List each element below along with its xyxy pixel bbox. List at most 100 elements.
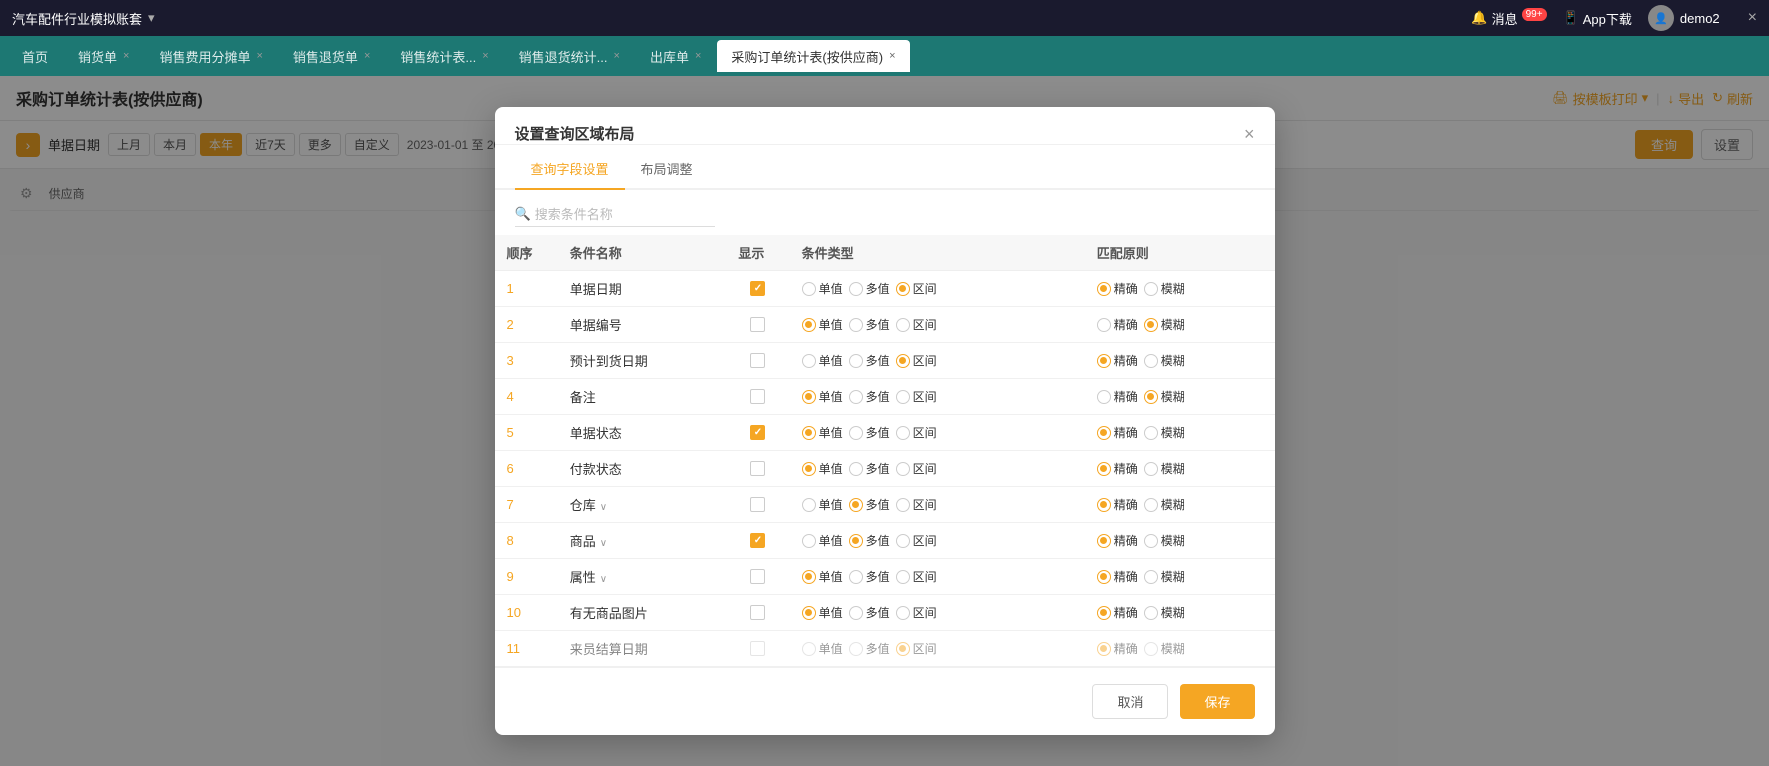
tab-sales-order-close[interactable]: ×: [123, 50, 129, 62]
radio-type-type_single[interactable]: 单值: [802, 352, 843, 369]
row-display-checkbox[interactable]: [726, 343, 789, 379]
tab-sales-order[interactable]: 销货单 ×: [64, 40, 143, 72]
cancel-btn[interactable]: 取消: [1092, 684, 1168, 719]
tab-sales-stat[interactable]: 销售统计表... ×: [386, 40, 502, 72]
radio-type-type_range[interactable]: 区间: [896, 352, 937, 369]
modal-tab-query-fields[interactable]: 查询字段设置: [515, 149, 625, 190]
tab-sales-return-stat[interactable]: 销售退货统计... ×: [505, 40, 634, 72]
user-area[interactable]: 👤 demo2: [1648, 5, 1720, 31]
radio-match-match_fuzzy[interactable]: 模糊: [1144, 352, 1185, 369]
tab-home[interactable]: 首页: [8, 40, 62, 72]
radio-type-type_multi[interactable]: 多值: [849, 532, 890, 549]
radio-match-match_fuzzy[interactable]: 模糊: [1144, 496, 1185, 513]
radio-type-type_range[interactable]: 区间: [896, 496, 937, 513]
row-display-checkbox[interactable]: [726, 559, 789, 595]
app-download-btn[interactable]: 📱 App下载: [1563, 9, 1632, 28]
top-close-btn[interactable]: ×: [1748, 9, 1757, 27]
modal-close-btn[interactable]: ×: [1244, 125, 1255, 143]
radio-match-match_fuzzy[interactable]: 模糊: [1144, 640, 1185, 657]
checkbox[interactable]: [750, 497, 765, 512]
radio-match-match_exact[interactable]: 精确: [1097, 640, 1138, 657]
tab-purchase-stat-close[interactable]: ×: [889, 50, 895, 62]
radio-match-match_fuzzy[interactable]: 模糊: [1144, 388, 1185, 405]
radio-type-type_range[interactable]: 区间: [896, 640, 937, 657]
tab-outbound[interactable]: 出库单 ×: [636, 40, 715, 72]
checkbox[interactable]: [750, 533, 765, 548]
radio-type-type_range[interactable]: 区间: [896, 316, 937, 333]
radio-type-type_single[interactable]: 单值: [802, 604, 843, 621]
radio-type-type_range[interactable]: 区间: [896, 280, 937, 297]
radio-type-type_range[interactable]: 区间: [896, 388, 937, 405]
radio-match-match_exact[interactable]: 精确: [1097, 460, 1138, 477]
radio-type-type_single[interactable]: 单值: [802, 316, 843, 333]
radio-type-type_single[interactable]: 单值: [802, 496, 843, 513]
tab-sales-expense-close[interactable]: ×: [256, 50, 262, 62]
radio-match-match_exact[interactable]: 精确: [1097, 568, 1138, 585]
radio-type-type_multi[interactable]: 多值: [849, 424, 890, 441]
row-display-checkbox[interactable]: [726, 523, 789, 559]
radio-type-type_multi[interactable]: 多值: [849, 388, 890, 405]
row-display-checkbox[interactable]: [726, 307, 789, 343]
radio-type-type_multi[interactable]: 多值: [849, 280, 890, 297]
radio-type-type_multi[interactable]: 多值: [849, 496, 890, 513]
radio-match-match_fuzzy[interactable]: 模糊: [1144, 532, 1185, 549]
radio-match-match_fuzzy[interactable]: 模糊: [1144, 604, 1185, 621]
radio-type-type_multi[interactable]: 多值: [849, 316, 890, 333]
tab-purchase-stat[interactable]: 采购订单统计表(按供应商) ×: [717, 40, 909, 72]
radio-type-type_range[interactable]: 区间: [896, 460, 937, 477]
tab-sales-stat-close[interactable]: ×: [482, 50, 488, 62]
radio-match-match_exact[interactable]: 精确: [1097, 388, 1138, 405]
checkbox[interactable]: [750, 425, 765, 440]
radio-match-match_fuzzy[interactable]: 模糊: [1144, 568, 1185, 585]
checkbox[interactable]: [750, 605, 765, 620]
radio-type-type_single[interactable]: 单值: [802, 640, 843, 657]
radio-match-match_exact[interactable]: 精确: [1097, 604, 1138, 621]
row-display-checkbox[interactable]: [726, 487, 789, 523]
row-display-checkbox[interactable]: [726, 379, 789, 415]
row-display-checkbox[interactable]: [726, 595, 789, 631]
row-display-checkbox[interactable]: [726, 631, 789, 667]
checkbox[interactable]: [750, 569, 765, 584]
radio-type-type_range[interactable]: 区间: [896, 424, 937, 441]
tab-sales-return-stat-close[interactable]: ×: [614, 50, 620, 62]
radio-type-type_range[interactable]: 区间: [896, 568, 937, 585]
radio-type-type_multi[interactable]: 多值: [849, 460, 890, 477]
row-display-checkbox[interactable]: [726, 271, 789, 307]
radio-type-type_multi[interactable]: 多值: [849, 604, 890, 621]
tab-sales-expense[interactable]: 销售费用分摊单 ×: [145, 40, 276, 72]
row-display-checkbox[interactable]: [726, 415, 789, 451]
row-display-checkbox[interactable]: [726, 451, 789, 487]
tab-sales-return-close[interactable]: ×: [364, 50, 370, 62]
search-input[interactable]: [535, 207, 695, 222]
checkbox[interactable]: [750, 353, 765, 368]
radio-type-type_single[interactable]: 单值: [802, 388, 843, 405]
radio-match-match_fuzzy[interactable]: 模糊: [1144, 316, 1185, 333]
radio-match-match_exact[interactable]: 精确: [1097, 352, 1138, 369]
radio-match-match_exact[interactable]: 精确: [1097, 496, 1138, 513]
radio-match-match_exact[interactable]: 精确: [1097, 532, 1138, 549]
radio-type-type_range[interactable]: 区间: [896, 532, 937, 549]
save-btn[interactable]: 保存: [1180, 684, 1254, 719]
radio-type-type_multi[interactable]: 多值: [849, 640, 890, 657]
tab-outbound-close[interactable]: ×: [695, 50, 701, 62]
checkbox[interactable]: [750, 641, 765, 656]
radio-type-type_single[interactable]: 单值: [802, 280, 843, 297]
radio-match-match_fuzzy[interactable]: 模糊: [1144, 424, 1185, 441]
radio-match-match_exact[interactable]: 精确: [1097, 316, 1138, 333]
radio-type-type_range[interactable]: 区间: [896, 604, 937, 621]
checkbox[interactable]: [750, 281, 765, 296]
radio-type-type_single[interactable]: 单值: [802, 460, 843, 477]
tab-sales-return[interactable]: 销售退货单 ×: [279, 40, 384, 72]
radio-match-match_fuzzy[interactable]: 模糊: [1144, 460, 1185, 477]
checkbox[interactable]: [750, 461, 765, 476]
radio-match-match_fuzzy[interactable]: 模糊: [1144, 280, 1185, 297]
radio-type-type_single[interactable]: 单值: [802, 532, 843, 549]
radio-type-type_single[interactable]: 单值: [802, 568, 843, 585]
modal-tab-layout-adjust[interactable]: 布局调整: [625, 149, 709, 190]
checkbox[interactable]: [750, 317, 765, 332]
radio-type-type_multi[interactable]: 多值: [849, 352, 890, 369]
radio-match-match_exact[interactable]: 精确: [1097, 424, 1138, 441]
radio-match-match_exact[interactable]: 精确: [1097, 280, 1138, 297]
radio-type-type_single[interactable]: 单值: [802, 424, 843, 441]
radio-type-type_multi[interactable]: 多值: [849, 568, 890, 585]
